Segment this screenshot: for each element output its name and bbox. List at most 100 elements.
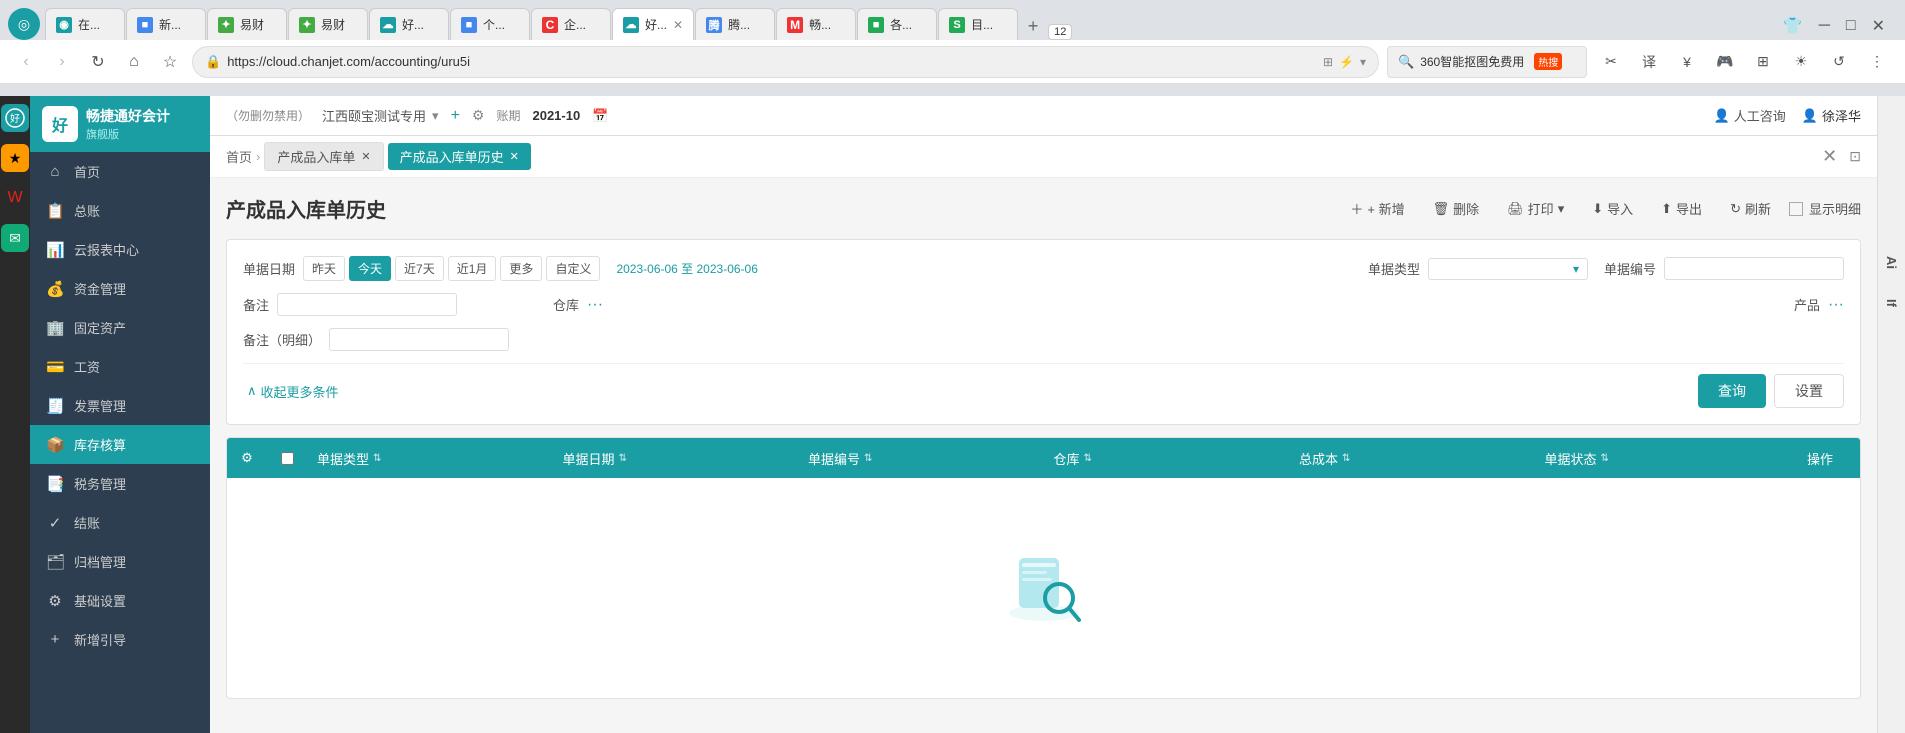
th-warehouse[interactable]: 仓库 ⇅ (1044, 449, 1290, 468)
sync-icon[interactable]: ↺ (1823, 46, 1855, 78)
grid-icon[interactable]: ⊞ (1747, 46, 1779, 78)
maximize-button[interactable]: □ (1842, 13, 1860, 39)
forward-button[interactable]: › (48, 48, 76, 76)
delete-button[interactable]: 🗑 删除 (1423, 195, 1490, 222)
address-bar[interactable]: 🔒 https://cloud.chanjet.com/accounting/u… (192, 46, 1379, 78)
th-bill-date[interactable]: 单据日期 ⇅ (553, 449, 799, 468)
tab-bill-list-close[interactable]: ✕ (361, 150, 370, 163)
star-icon[interactable]: ★ (1, 144, 29, 172)
home-button[interactable]: ⌂ (120, 48, 148, 76)
ai-button[interactable]: Ai (1884, 256, 1899, 269)
sidebar-item-close[interactable]: ✓ 结账 (30, 503, 210, 542)
user-avatar[interactable]: 👤 徐泽华 (1802, 106, 1861, 125)
sidebar-item-inventory[interactable]: 📦 库存核算 (30, 425, 210, 464)
address-menu-icon[interactable]: ⊞ (1323, 55, 1333, 69)
bill-type-select[interactable]: ▾ (1428, 258, 1588, 280)
tab-9[interactable]: 腾 腾... (695, 8, 775, 40)
tab-bill-list[interactable]: 产成品入库单 ✕ (264, 142, 383, 171)
address-dropdown-icon[interactable]: ▾ (1360, 55, 1366, 69)
reset-button[interactable]: 设置 (1774, 374, 1844, 408)
tab-1[interactable]: ◉ 在... (45, 8, 125, 40)
tab-11[interactable]: ■ 各... (857, 8, 937, 40)
date-btn-custom[interactable]: 自定义 (546, 256, 600, 281)
th-total-cost[interactable]: 总成本 ⇅ (1289, 449, 1535, 468)
warehouse-dots-button[interactable]: ··· (587, 296, 603, 314)
tab-6[interactable]: ■ 个... (450, 8, 530, 40)
add-company-button[interactable]: + (451, 107, 460, 125)
refresh-button[interactable]: ↻ (84, 48, 112, 76)
show-detail-checkbox[interactable] (1789, 202, 1803, 216)
translate-icon[interactable]: 译 (1633, 46, 1665, 78)
product-dots-button[interactable]: ··· (1828, 296, 1844, 314)
address-lightning-icon[interactable]: ⚡ (1339, 55, 1354, 69)
if-button[interactable]: If (1884, 299, 1899, 307)
sidebar-item-salary[interactable]: 💳 工资 (30, 347, 210, 386)
tab-3[interactable]: ✦ 易财 (207, 8, 287, 40)
back-button[interactable]: ‹ (12, 48, 40, 76)
tab-bill-history[interactable]: 产成品入库单历史 ✕ (388, 143, 531, 170)
app-logo-icon[interactable]: 好 (1, 104, 29, 132)
search-bar[interactable]: 🔍 360智能抠图免费用 热搜 (1387, 46, 1587, 78)
tab-2[interactable]: ■ 新... (126, 8, 206, 40)
tab-8-close[interactable]: ✕ (673, 18, 683, 32)
tab-bill-history-close[interactable]: ✕ (510, 150, 519, 163)
add-button[interactable]: ＋ + 新增 (1340, 195, 1414, 222)
date-btn-today[interactable]: 今天 (349, 256, 391, 281)
tab-4[interactable]: ✦ 易财 (288, 8, 368, 40)
date-btn-more[interactable]: 更多 (500, 256, 542, 281)
panel-close-button[interactable]: ✕ (1822, 146, 1837, 167)
sidebar-item-tax[interactable]: 📑 税务管理 (30, 464, 210, 503)
tab-5[interactable]: ☁ 好... (369, 8, 449, 40)
print-dropdown-icon[interactable]: ▾ (1558, 201, 1565, 217)
bill-number-input[interactable] (1664, 257, 1844, 280)
th-checkbox[interactable] (267, 452, 307, 465)
shirt-icon[interactable]: 👕 (1779, 12, 1807, 40)
company-selector[interactable]: 江西颐宝测试专用 ▾ (322, 106, 439, 125)
sidebar-item-home[interactable]: ⌂ 首页 (30, 152, 210, 191)
sidebar-item-settings[interactable]: ⚙ 基础设置 (30, 581, 210, 620)
th-gear[interactable]: ⚙ (227, 450, 267, 466)
breadcrumb-home[interactable]: 首页 (226, 147, 252, 166)
th-bill-number[interactable]: 单据编号 ⇅ (798, 449, 1044, 468)
th-bill-status[interactable]: 单据状态 ⇅ (1535, 449, 1781, 468)
browser-logo[interactable]: ◎ (8, 8, 40, 40)
tab-10[interactable]: M 畅... (776, 8, 856, 40)
date-btn-7days[interactable]: 近7天 (395, 256, 444, 281)
tab-count[interactable]: 12 (1048, 24, 1072, 40)
new-tab-button[interactable]: + (1019, 12, 1047, 40)
refresh-page-button[interactable]: ↻ 刷新 (1720, 195, 1781, 222)
print-button[interactable]: 🖨 打印 ▾ (1497, 195, 1574, 222)
minimize-button[interactable]: ─ (1815, 13, 1834, 39)
detail-remark-input[interactable] (329, 328, 509, 351)
bookmark-button[interactable]: ☆ (156, 48, 184, 76)
select-all-checkbox[interactable] (281, 452, 294, 465)
th-bill-type[interactable]: 单据类型 ⇅ (307, 449, 553, 468)
settings-gear-button[interactable]: ⚙ (472, 107, 485, 124)
weibo-icon[interactable]: W (1, 184, 29, 212)
tab-12[interactable]: S 目... (938, 8, 1018, 40)
more-icon[interactable]: ⋮ (1861, 46, 1893, 78)
calendar-icon[interactable]: 📅 (592, 108, 608, 124)
sidebar-item-ledger[interactable]: 📋 总账 (30, 191, 210, 230)
sidebar-item-assets[interactable]: 🏢 固定资产 (30, 308, 210, 347)
collapse-button[interactable]: ∧ 收起更多条件 (243, 378, 343, 405)
date-btn-yesterday[interactable]: 昨天 (303, 256, 345, 281)
close-button[interactable]: ✕ (1868, 12, 1889, 40)
date-btn-1month[interactable]: 近1月 (448, 256, 497, 281)
company-dropdown-icon[interactable]: ▾ (432, 108, 439, 124)
panel-expand-button[interactable]: ⊡ (1849, 148, 1861, 165)
sidebar-item-invoice[interactable]: 🧾 发票管理 (30, 386, 210, 425)
remark-input[interactable] (277, 293, 457, 316)
tab-8[interactable]: ☁ 好... ✕ (612, 8, 694, 40)
import-button[interactable]: ⬇ 导入 (1582, 195, 1643, 222)
tab-7[interactable]: C 企... (531, 8, 611, 40)
sidebar-item-funds[interactable]: 💰 资金管理 (30, 269, 210, 308)
export-button[interactable]: ⬆ 导出 (1651, 195, 1712, 222)
scissors-icon[interactable]: ✂ (1595, 46, 1627, 78)
help-button[interactable]: 👤 人工咨询 (1714, 106, 1786, 125)
sun-icon[interactable]: ☀ (1785, 46, 1817, 78)
yuan-icon[interactable]: ¥ (1671, 46, 1703, 78)
query-button[interactable]: 查询 (1698, 374, 1766, 408)
sidebar-item-reports[interactable]: 📊 云报表中心 (30, 230, 210, 269)
email-icon[interactable]: ✉ (1, 224, 29, 252)
